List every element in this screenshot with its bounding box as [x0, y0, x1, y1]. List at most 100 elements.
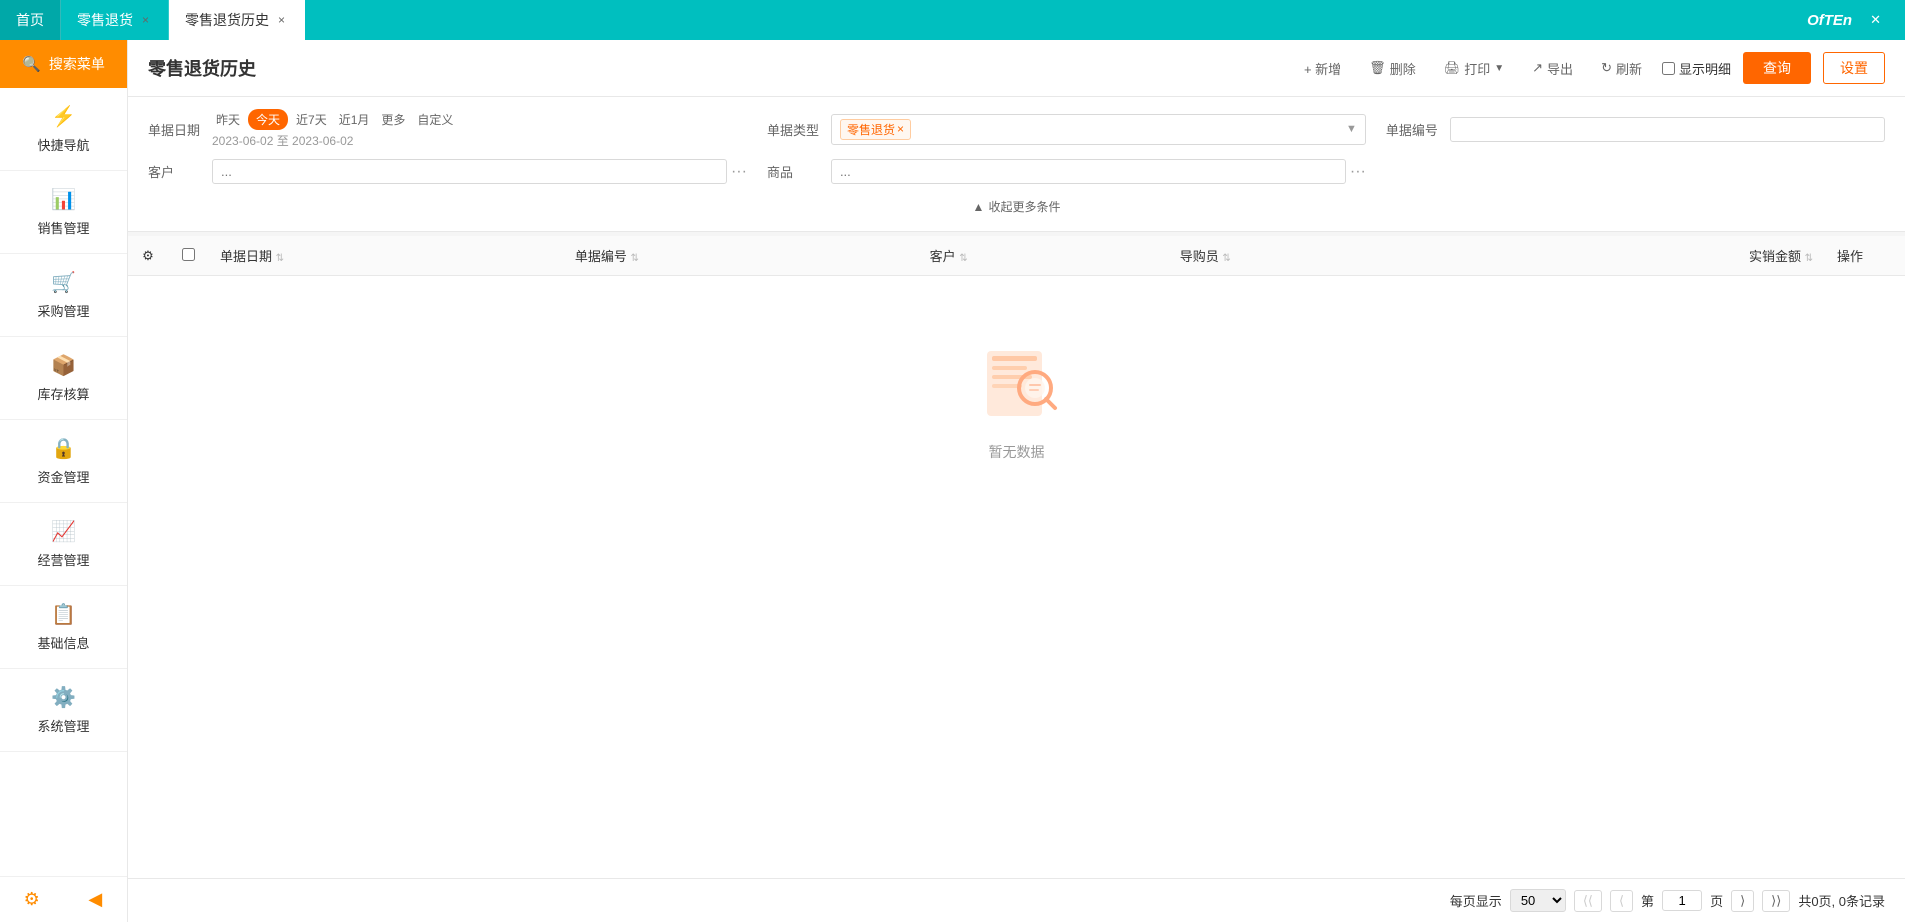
th-amount-sort[interactable]: ⇅: [1805, 253, 1813, 264]
table-header-row: ⚙ 单据日期 ⇅ 单据编号 ⇅: [128, 236, 1905, 276]
sidebar-item-system-label: 系统管理: [37, 716, 89, 735]
customer-browse-button[interactable]: ···: [731, 163, 747, 181]
tab-home-label: 首页: [16, 10, 44, 30]
header-actions: + 新增 🗑 删除 🖨 打印 ▼ ↗ 导出 ↻ 刷新: [1296, 52, 1885, 84]
tab-retail-return-close[interactable]: ×: [139, 12, 152, 28]
collapse-icon: ▲: [973, 200, 985, 214]
date-shortcut-1month[interactable]: 近1月: [335, 109, 374, 130]
window-close-button[interactable]: ✕: [1862, 12, 1889, 28]
delete-button[interactable]: 🗑 删除: [1361, 55, 1424, 82]
filter-area: 单据日期 昨天 今天 近7天 近1月 更多 自定义 2023-06-02 至 2…: [128, 97, 1905, 232]
filter-voucher-no: 单据编号: [1386, 117, 1885, 142]
sidebar-item-business[interactable]: 📈 经营管理: [0, 503, 127, 586]
page-number-input[interactable]: [1662, 890, 1702, 911]
filter-voucher-type: 单据类型 零售退货 × ▼: [767, 114, 1366, 145]
th-guide-sort[interactable]: ⇅: [1222, 253, 1230, 264]
sales-icon: 📊: [51, 187, 76, 212]
filter-date: 单据日期 昨天 今天 近7天 近1月 更多 自定义 2023-06-02 至 2…: [148, 109, 747, 149]
th-date[interactable]: 单据日期 ⇅: [208, 236, 563, 276]
query-button[interactable]: 查询: [1743, 52, 1811, 84]
print-button[interactable]: 🖨 打印 ▼: [1436, 55, 1512, 82]
th-customer-label: 客户: [930, 249, 956, 264]
next-page-button[interactable]: ⟩: [1731, 890, 1754, 912]
voucher-type-dropdown-icon: ▼: [1346, 123, 1357, 135]
refresh-icon: ↻: [1601, 60, 1612, 76]
setting-button[interactable]: 设置: [1823, 52, 1885, 84]
tab-retail-return-history[interactable]: 零售退货历史 ×: [169, 0, 305, 40]
tab-retail-return-label: 零售退货: [77, 10, 133, 30]
table-area: ⚙ 单据日期 ⇅ 单据编号 ⇅: [128, 236, 1905, 922]
date-shortcut-custom[interactable]: 自定义: [413, 109, 457, 130]
date-shortcut-7days[interactable]: 近7天: [292, 109, 331, 130]
sidebar-search[interactable]: 🔍 搜索菜单: [0, 40, 127, 88]
th-no-sort[interactable]: ⇅: [630, 253, 638, 264]
voucher-type-control: 零售退货 × ▼: [831, 114, 1366, 145]
customer-label: 客户: [148, 162, 204, 181]
th-date-sort[interactable]: ⇅: [276, 253, 284, 264]
last-page-button[interactable]: ⟩⟩: [1762, 890, 1790, 912]
voucher-type-tag-close[interactable]: ×: [897, 122, 904, 136]
sidebar-item-basic-info[interactable]: 📋 基础信息: [0, 586, 127, 669]
sidebar-item-quick-nav[interactable]: ⚡ 快捷导航: [0, 88, 127, 171]
voucher-type-tag-label: 零售退货: [847, 121, 895, 138]
delete-button-label: 删除: [1390, 59, 1416, 78]
th-customer-sort[interactable]: ⇅: [959, 253, 967, 264]
query-button-label: 查询: [1763, 60, 1791, 76]
sidebar-settings-button[interactable]: ⚙: [0, 877, 64, 922]
date-shortcut-today[interactable]: 今天: [248, 109, 288, 130]
basic-info-icon: 📋: [51, 602, 76, 627]
search-icon: 🔍: [22, 55, 41, 73]
first-page-button[interactable]: ⟨⟨: [1574, 890, 1602, 912]
settings-gear-icon[interactable]: ⚙: [142, 248, 154, 263]
tab-home[interactable]: 首页: [0, 0, 61, 40]
prev-page-button[interactable]: ⟨: [1610, 890, 1633, 912]
show-detail-input[interactable]: [1662, 62, 1675, 75]
sidebar-item-purchase[interactable]: 🛒 采购管理: [0, 254, 127, 337]
goods-control: ···: [831, 159, 1366, 184]
th-no[interactable]: 单据编号 ⇅: [563, 236, 918, 276]
voucher-type-select[interactable]: 零售退货 × ▼: [831, 114, 1366, 145]
date-shortcut-more[interactable]: 更多: [377, 109, 409, 130]
voucher-no-input[interactable]: [1450, 117, 1885, 142]
sidebar-toggle-icon: ◀: [88, 889, 102, 910]
date-filter-control: 昨天 今天 近7天 近1月 更多 自定义 2023-06-02 至 2023-0…: [212, 109, 747, 149]
finance-icon: 🔒: [51, 436, 76, 461]
per-page-select[interactable]: 10 20 50 100: [1510, 889, 1566, 912]
sidebar-toggle-button[interactable]: ◀: [64, 877, 128, 922]
customer-input[interactable]: [212, 159, 727, 184]
page-label: 第: [1641, 891, 1654, 910]
sidebar-item-inventory-label: 库存核算: [37, 384, 89, 403]
setting-button-label: 设置: [1840, 60, 1868, 76]
select-all-checkbox[interactable]: [182, 248, 195, 261]
filter-row-2: 客户 ··· 商品 ···: [148, 159, 1885, 184]
th-settings[interactable]: ⚙: [128, 236, 168, 276]
sidebar-item-system[interactable]: ⚙️ 系统管理: [0, 669, 127, 752]
goods-input[interactable]: [831, 159, 1346, 184]
page-unit: 页: [1710, 891, 1723, 910]
collapse-row: ▲ 收起更多条件: [148, 194, 1885, 219]
export-button[interactable]: ↗ 导出: [1524, 55, 1581, 82]
new-button[interactable]: + 新增: [1296, 55, 1349, 82]
th-customer[interactable]: 客户 ⇅: [918, 236, 1168, 276]
tab-retail-return-history-close[interactable]: ×: [275, 12, 288, 28]
tab-retail-return-history-label: 零售退货历史: [185, 10, 269, 30]
goods-browse-button[interactable]: ···: [1350, 163, 1366, 181]
sidebar-item-finance-label: 资金管理: [37, 467, 89, 486]
voucher-type-label: 单据类型: [767, 120, 823, 139]
th-guide[interactable]: 导购员 ⇅: [1168, 236, 1470, 276]
print-dropdown-icon: ▼: [1494, 63, 1504, 74]
collapse-button[interactable]: ▲ 收起更多条件: [973, 194, 1061, 219]
refresh-button[interactable]: ↻ 刷新: [1593, 55, 1650, 82]
voucher-no-label: 单据编号: [1386, 120, 1442, 139]
date-shortcut-yesterday[interactable]: 昨天: [212, 109, 244, 130]
th-checkbox[interactable]: [168, 236, 208, 276]
tab-retail-return[interactable]: 零售退货 ×: [61, 0, 169, 40]
sidebar-item-sales[interactable]: 📊 销售管理: [0, 171, 127, 254]
top-bar: 首页 零售退货 × 零售退货历史 × OfTEn ✕: [0, 0, 1905, 40]
sidebar-item-finance[interactable]: 🔒 资金管理: [0, 420, 127, 503]
th-amount[interactable]: 实销金额 ⇅: [1470, 236, 1825, 276]
show-detail-checkbox[interactable]: 显示明细: [1662, 59, 1731, 78]
main-layout: 🔍 搜索菜单 ⚡ 快捷导航 📊 销售管理 🛒 采购管理 📦 库存核算 🔒 资金管…: [0, 40, 1905, 922]
sidebar-item-inventory[interactable]: 📦 库存核算: [0, 337, 127, 420]
new-button-label: + 新增: [1304, 59, 1341, 78]
